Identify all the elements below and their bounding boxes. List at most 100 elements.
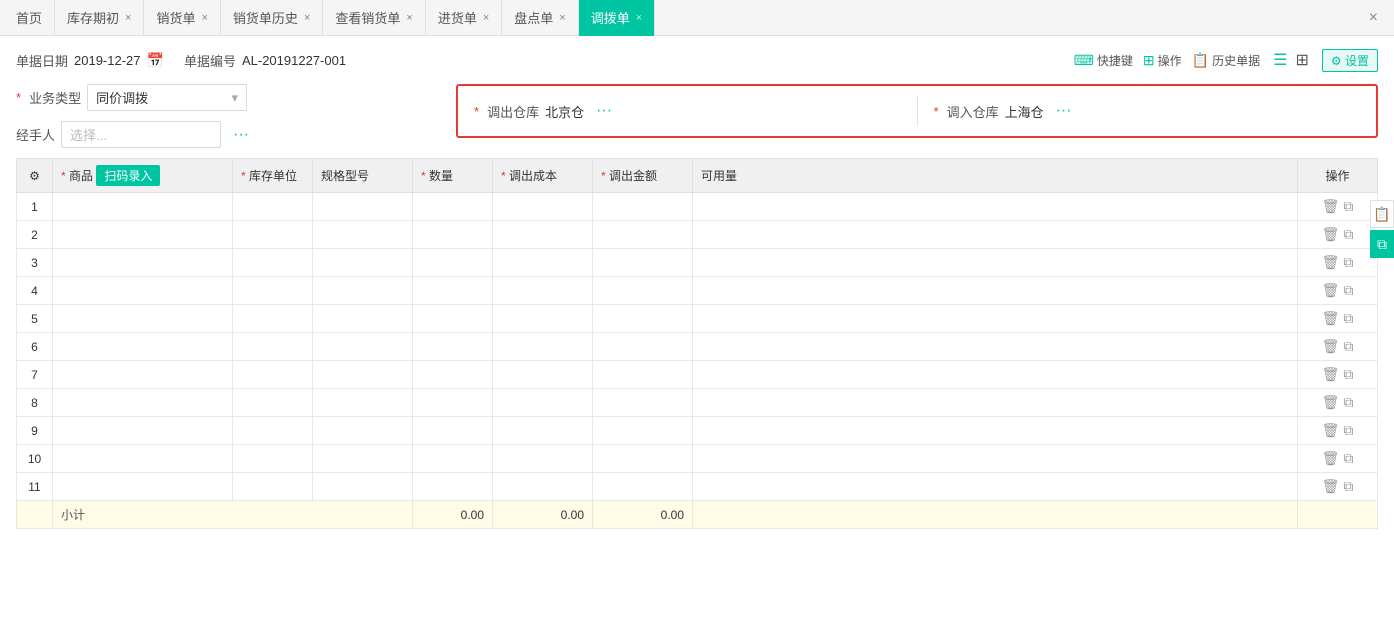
product-cell[interactable] [53, 193, 233, 221]
layout-grid-button[interactable]: ⊞ [1292, 48, 1311, 72]
delete-icon[interactable]: 🗑 [1322, 478, 1340, 494]
delete-icon[interactable]: 🗑 [1322, 422, 1340, 438]
copy-icon[interactable]: ⧉ [1343, 394, 1353, 410]
tab-close-sales-order[interactable]: × [201, 12, 207, 24]
tab-close-view-sales[interactable]: × [406, 12, 412, 24]
cost-cell[interactable] [493, 221, 593, 249]
tab-sales-history[interactable]: 销货单历史 × [221, 0, 323, 36]
product-cell[interactable] [53, 249, 233, 277]
amount-cell[interactable] [593, 249, 693, 277]
tab-close-inventory-check[interactable]: × [559, 12, 565, 24]
quantity-cell[interactable] [413, 221, 493, 249]
tab-close-sales-history[interactable]: × [304, 12, 310, 24]
operation-button[interactable]: ⊞ 操作 [1143, 52, 1182, 69]
cost-cell[interactable] [493, 193, 593, 221]
layout-list-button[interactable]: ☰ [1270, 48, 1290, 72]
tab-purchase-order[interactable]: 进货单 × [426, 0, 502, 36]
quantity-cell[interactable] [413, 333, 493, 361]
tab-close-purchase-order[interactable]: × [483, 12, 489, 24]
amount-cell[interactable] [593, 473, 693, 501]
tab-view-sales[interactable]: 查看销货单 × [323, 0, 425, 36]
tab-inventory-check[interactable]: 盘点单 × [502, 0, 578, 36]
th-settings[interactable]: ⚙ [17, 159, 53, 193]
copy-icon[interactable]: ⧉ [1343, 198, 1353, 214]
product-cell[interactable] [53, 445, 233, 473]
calendar-icon[interactable]: 📅 [147, 52, 164, 69]
amount-cell[interactable] [593, 445, 693, 473]
cost-cell[interactable] [493, 249, 593, 277]
delete-icon[interactable]: 🗑 [1322, 366, 1340, 382]
quantity-cell[interactable] [413, 193, 493, 221]
amount-cell[interactable] [593, 193, 693, 221]
cost-cell[interactable] [493, 473, 593, 501]
product-cell[interactable] [53, 305, 233, 333]
delete-icon[interactable]: 🗑 [1322, 394, 1340, 410]
delete-icon[interactable]: 🗑 [1322, 282, 1340, 298]
product-cell[interactable] [53, 417, 233, 445]
copy-icon[interactable]: ⧉ [1343, 226, 1353, 242]
transfer-out-more-button[interactable]: ··· [596, 102, 612, 120]
copy-icon[interactable]: ⧉ [1343, 366, 1353, 382]
cost-cell[interactable] [493, 305, 593, 333]
delete-icon[interactable]: 🗑 [1322, 254, 1340, 270]
quantity-cell[interactable] [413, 417, 493, 445]
copy-icon[interactable]: ⧉ [1343, 478, 1353, 494]
amount-cell[interactable] [593, 333, 693, 361]
amount-cell[interactable] [593, 417, 693, 445]
cost-cell[interactable] [493, 445, 593, 473]
copy-icon[interactable]: ⧉ [1343, 310, 1353, 326]
cost-cell[interactable] [493, 417, 593, 445]
amount-cell[interactable] [593, 305, 693, 333]
amount-cell[interactable] [593, 361, 693, 389]
quantity-cell[interactable] [413, 277, 493, 305]
product-cell[interactable] [53, 361, 233, 389]
cost-cell[interactable] [493, 277, 593, 305]
row-num: 1 [17, 193, 53, 221]
shortcut-button[interactable]: ⌨ 快捷键 [1074, 52, 1133, 69]
delete-icon[interactable]: 🗑 [1322, 198, 1340, 214]
quantity-cell[interactable] [413, 473, 493, 501]
product-cell[interactable] [53, 221, 233, 249]
copy-icon[interactable]: ⧉ [1343, 338, 1353, 354]
delete-icon[interactable]: 🗑 [1322, 310, 1340, 326]
tab-sales-order[interactable]: 销货单 × [144, 0, 220, 36]
business-type-select[interactable]: 同价调拨 ▾ [87, 84, 247, 111]
quantity-cell[interactable] [413, 445, 493, 473]
tab-close-inventory-init[interactable]: × [125, 12, 131, 24]
settings-button[interactable]: ⚙ 设置 [1322, 49, 1378, 72]
copy-icon[interactable]: ⧉ [1343, 450, 1353, 466]
amount-cell[interactable] [593, 221, 693, 249]
amount-cell[interactable] [593, 389, 693, 417]
cost-cell[interactable] [493, 361, 593, 389]
delete-icon[interactable]: 🗑 [1322, 226, 1340, 242]
transfer-in-more-button[interactable]: ··· [1056, 102, 1072, 120]
history-button[interactable]: 📋 历史单据 [1192, 52, 1260, 69]
copy-icon[interactable]: ⧉ [1343, 254, 1353, 270]
agent-more-button[interactable]: ··· [233, 126, 249, 144]
tab-close-transfer-order[interactable]: × [636, 12, 642, 24]
window-close-button[interactable]: × [1357, 9, 1390, 27]
product-cell[interactable] [53, 389, 233, 417]
cost-cell[interactable] [493, 333, 593, 361]
product-cell[interactable] [53, 473, 233, 501]
shortcut-icon: ⌨ [1074, 52, 1094, 69]
delete-icon[interactable]: 🗑 [1322, 338, 1340, 354]
copy-icon[interactable]: ⧉ [1343, 422, 1353, 438]
copy-icon[interactable]: ⧉ [1343, 282, 1353, 298]
quantity-cell[interactable] [413, 305, 493, 333]
quantity-cell[interactable] [413, 361, 493, 389]
product-cell[interactable] [53, 333, 233, 361]
product-cell[interactable] [53, 277, 233, 305]
delete-icon[interactable]: 🗑 [1322, 450, 1340, 466]
amount-cell[interactable] [593, 277, 693, 305]
quantity-cell[interactable] [413, 389, 493, 417]
tab-inventory-init[interactable]: 库存期初 × [55, 0, 144, 36]
cost-cell[interactable] [493, 389, 593, 417]
tab-transfer-order[interactable]: 调拨单 × [579, 0, 655, 36]
scan-button[interactable]: 扫码录入 [96, 165, 160, 186]
tab-home[interactable]: 首页 [4, 0, 55, 36]
quantity-cell[interactable] [413, 249, 493, 277]
float-note-button[interactable]: 📋 [1370, 200, 1394, 228]
float-expand-button[interactable]: ⧉ [1370, 230, 1394, 258]
agent-select[interactable]: 选择... [61, 121, 221, 148]
